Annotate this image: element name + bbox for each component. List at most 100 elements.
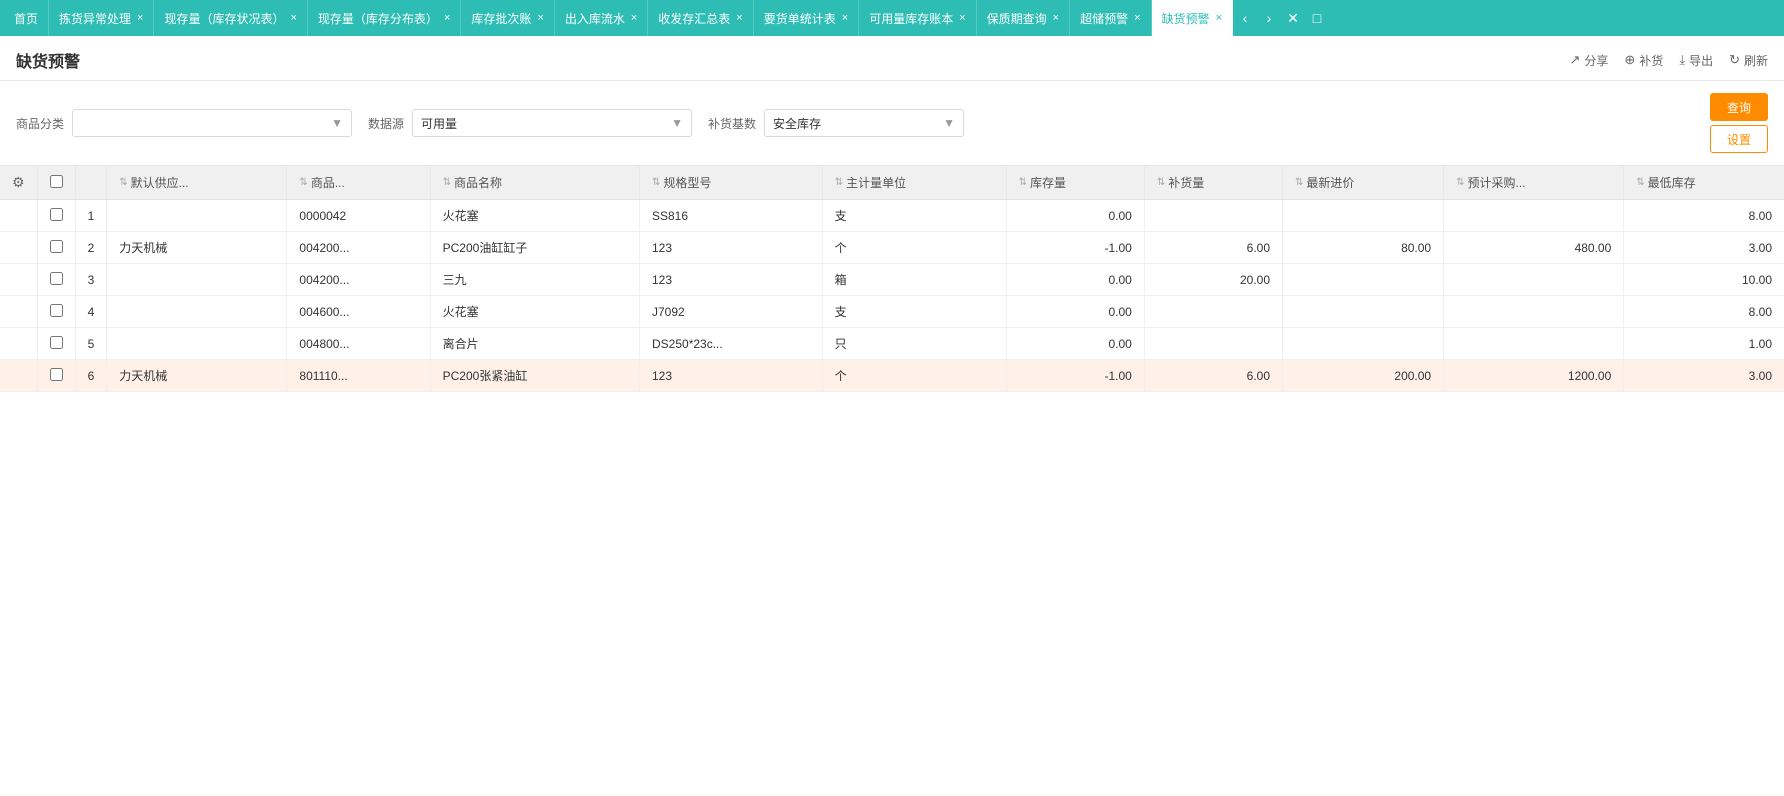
export-button[interactable]: ⤓ 导出 — [1679, 52, 1713, 69]
tab-expiry[interactable]: 保质期查询 × — [977, 0, 1070, 36]
tab-order-stats[interactable]: 要货单统计表 × — [754, 0, 859, 36]
page-title: 缺货预警 — [16, 48, 80, 72]
tab-order-stats-close[interactable]: × — [842, 12, 848, 24]
tab-collect-summary-close[interactable]: × — [736, 12, 742, 24]
sort-goods-code-icon[interactable]: ⇅ — [299, 177, 307, 188]
replenish-base-filter-group: 补货基数 安全库存 ▼ — [708, 109, 964, 137]
row-unit-0: 支 — [822, 200, 1006, 232]
tab-collect-summary[interactable]: 收发存汇总表 × — [648, 0, 753, 36]
row-stock-qty-1: -1.00 — [1006, 232, 1144, 264]
replenish-base-select-arrow: ▼ — [943, 116, 955, 130]
sort-min-stock-icon[interactable]: ⇅ — [1636, 177, 1644, 188]
tab-home[interactable]: 首页 — [4, 0, 49, 36]
col-min-stock: ⇅ 最低库存 — [1624, 166, 1784, 200]
row-checkbox-4[interactable] — [50, 336, 63, 349]
datasource-select-arrow: ▼ — [671, 116, 683, 130]
row-latest-price-4 — [1283, 328, 1444, 360]
share-icon: ↗ — [1569, 52, 1580, 68]
row-checkbox-cell-0 — [37, 200, 75, 232]
col-checkbox — [37, 166, 75, 200]
row-num-5: 6 — [75, 360, 107, 392]
row-gear-3 — [0, 296, 37, 328]
sort-spec-icon[interactable]: ⇅ — [652, 177, 660, 188]
row-checkbox-2[interactable] — [50, 272, 63, 285]
table-row: 6 力天机械 801110... PC200张紧油缸 123 个 -1.00 6… — [0, 360, 1784, 392]
row-checkbox-0[interactable] — [50, 208, 63, 221]
refresh-button[interactable]: ↻ 刷新 — [1729, 52, 1768, 69]
category-select[interactable]: ▼ — [72, 109, 352, 137]
sort-replenish-qty-icon[interactable]: ⇅ — [1157, 177, 1165, 188]
tab-batch-account[interactable]: 库存批次账 × — [461, 0, 554, 36]
row-unit-2: 箱 — [822, 264, 1006, 296]
tab-exception[interactable]: 拣货异常处理 × — [49, 0, 154, 36]
query-button[interactable]: 查询 — [1710, 93, 1768, 121]
table-row: 2 力天机械 004200... PC200油缸缸子 123 个 -1.00 6… — [0, 232, 1784, 264]
tab-shortage-close[interactable]: × — [1216, 12, 1222, 24]
col-replenish-qty: ⇅ 补货量 — [1144, 166, 1282, 200]
tab-expiry-close[interactable]: × — [1053, 12, 1059, 24]
row-stock-qty-3: 0.00 — [1006, 296, 1144, 328]
tab-shortage[interactable]: 缺货预警 × — [1152, 0, 1233, 36]
row-checkbox-cell-2 — [37, 264, 75, 296]
tab-available-ledger-close[interactable]: × — [959, 12, 965, 24]
tab-inventory-dist-close[interactable]: × — [444, 12, 450, 24]
replenish-base-select[interactable]: 安全库存 ▼ — [764, 109, 964, 137]
row-supplier-3 — [107, 296, 287, 328]
row-min-stock-3: 8.00 — [1624, 296, 1784, 328]
tab-overstock[interactable]: 超储预警 × — [1070, 0, 1151, 36]
tab-overstock-close[interactable]: × — [1134, 12, 1140, 24]
tab-inventory-status-close[interactable]: × — [290, 12, 296, 24]
tab-maximize-btn[interactable]: □ — [1305, 0, 1329, 36]
tab-available-ledger[interactable]: 可用量库存账本 × — [859, 0, 976, 36]
row-goods-code-3: 004600... — [287, 296, 430, 328]
row-supplier-4 — [107, 328, 287, 360]
filter-bar: 商品分类 ▼ 数据源 可用量 ▼ 补货基数 安全库存 ▼ 查询 设置 — [0, 81, 1784, 166]
tab-in-out-flow-close[interactable]: × — [631, 12, 637, 24]
sort-stock-qty-icon[interactable]: ⇅ — [1019, 177, 1027, 188]
settings-button[interactable]: 设置 — [1710, 125, 1768, 153]
replenish-base-label: 补货基数 — [708, 115, 756, 132]
category-select-arrow: ▼ — [331, 116, 343, 130]
row-supplier-0 — [107, 200, 287, 232]
row-goods-code-1: 004200... — [287, 232, 430, 264]
col-latest-price: ⇅ 最新进价 — [1283, 166, 1444, 200]
column-settings-icon[interactable]: ⚙ — [12, 174, 25, 190]
tab-next-btn[interactable]: › — [1257, 0, 1281, 36]
tab-batch-account-close[interactable]: × — [537, 12, 543, 24]
row-replenish-qty-3 — [1144, 296, 1282, 328]
share-button[interactable]: ↗ 分享 — [1569, 52, 1608, 69]
tab-inventory-dist[interactable]: 现存量（库存分布表） × — [308, 0, 461, 36]
tab-exception-close[interactable]: × — [137, 12, 143, 24]
tab-inventory-status[interactable]: 现存量（库存状况表） × — [154, 0, 307, 36]
col-default-supplier: ⇅ 默认供应... — [107, 166, 287, 200]
tab-restore-btn[interactable]: ✕ — [1281, 0, 1305, 36]
col-gear: ⚙ — [0, 166, 37, 200]
replenish-button[interactable]: ⊕ 补货 — [1624, 52, 1663, 69]
sort-unit-icon[interactable]: ⇅ — [835, 177, 843, 188]
row-unit-5: 个 — [822, 360, 1006, 392]
tab-in-out-flow[interactable]: 出入库流水 × — [555, 0, 648, 36]
row-unit-1: 个 — [822, 232, 1006, 264]
row-num-2: 3 — [75, 264, 107, 296]
row-goods-name-5: PC200张紧油缸 — [430, 360, 639, 392]
row-checkbox-cell-1 — [37, 232, 75, 264]
row-unit-4: 只 — [822, 328, 1006, 360]
row-checkbox-5[interactable] — [50, 368, 63, 381]
row-gear-2 — [0, 264, 37, 296]
tab-prev-btn[interactable]: ‹ — [1233, 0, 1257, 36]
datasource-label: 数据源 — [368, 115, 404, 132]
sort-latest-price-icon[interactable]: ⇅ — [1295, 177, 1303, 188]
row-checkbox-3[interactable] — [50, 304, 63, 317]
select-all-checkbox[interactable] — [50, 175, 63, 188]
col-row-num — [75, 166, 107, 200]
sort-supplier-icon[interactable]: ⇅ — [119, 177, 127, 188]
sort-goods-name-icon[interactable]: ⇅ — [443, 177, 451, 188]
category-filter-group: 商品分类 ▼ — [16, 109, 352, 137]
row-checkbox-1[interactable] — [50, 240, 63, 253]
datasource-select[interactable]: 可用量 ▼ — [412, 109, 692, 137]
row-replenish-qty-5: 6.00 — [1144, 360, 1282, 392]
row-min-stock-1: 3.00 — [1624, 232, 1784, 264]
row-est-purchase-2 — [1444, 264, 1624, 296]
row-stock-qty-5: -1.00 — [1006, 360, 1144, 392]
sort-est-purchase-icon[interactable]: ⇅ — [1456, 177, 1464, 188]
